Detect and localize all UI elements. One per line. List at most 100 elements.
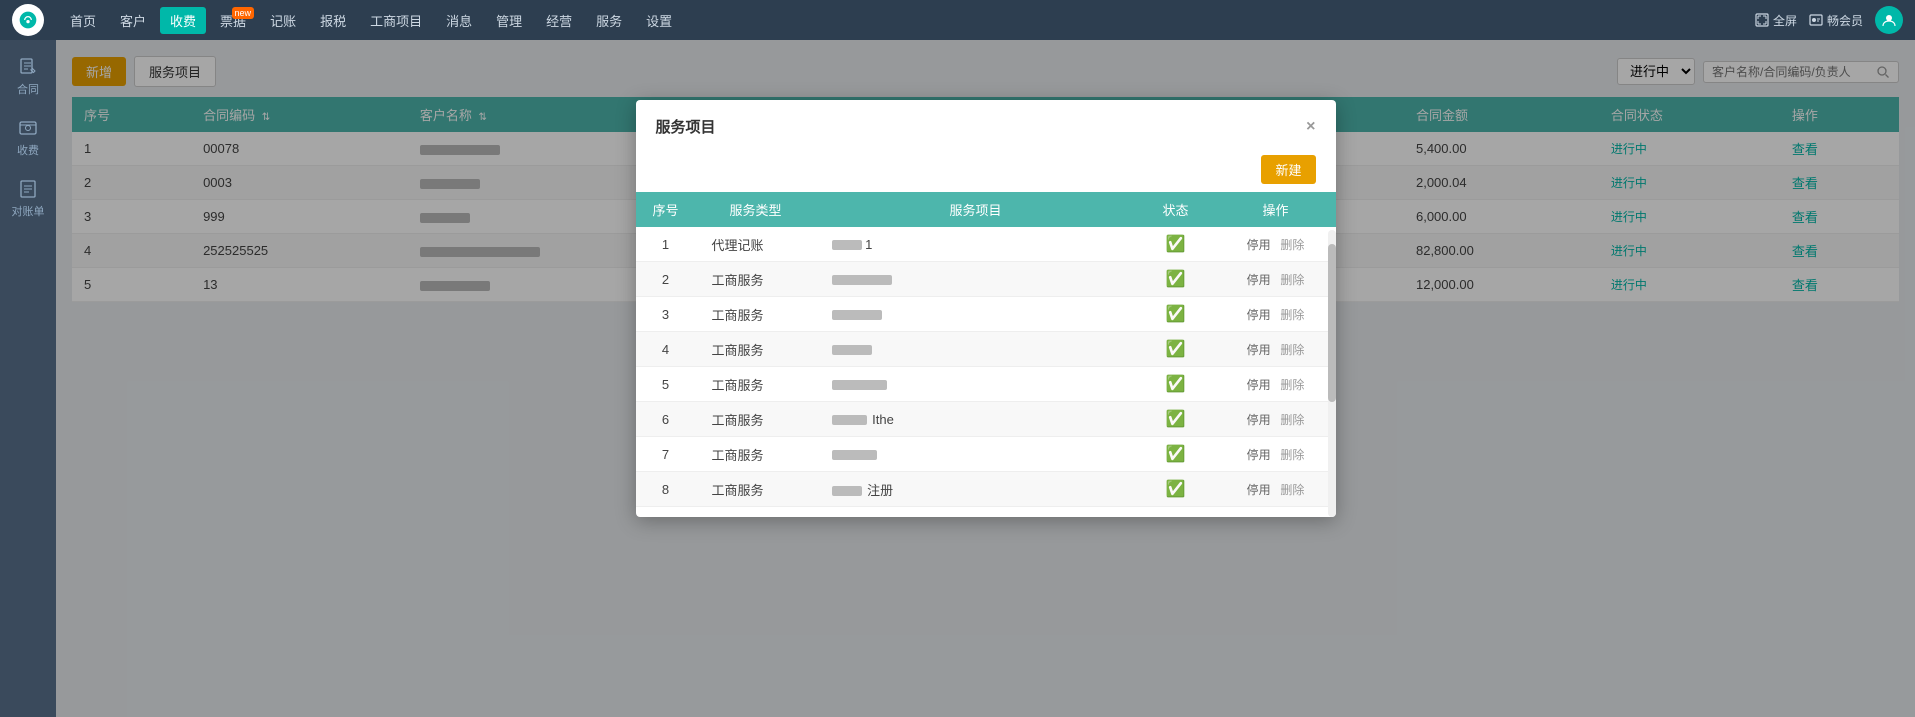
nav-client[interactable]: 客户: [110, 7, 156, 34]
stop-button-1[interactable]: 停用: [1247, 238, 1271, 252]
sidebar: 合同 收费 对账单: [0, 40, 56, 717]
modal-new-button[interactable]: 新建: [1261, 155, 1315, 184]
fullscreen-button[interactable]: 全屏: [1755, 12, 1797, 29]
delete-button-1[interactable]: 删除: [1280, 238, 1304, 252]
modal-overlay: 服务项目 × 新建 序号 服务类型 服务项目 状态: [56, 40, 1915, 717]
status-check-icon: ✅: [1166, 271, 1186, 288]
nav-bill[interactable]: 票据 new: [210, 7, 256, 34]
modal-col-action: 操作: [1216, 192, 1336, 227]
nav-manage[interactable]: 管理: [486, 7, 532, 34]
stop-button-2[interactable]: 停用: [1247, 273, 1271, 287]
modal-cell-actions: 停用 删除: [1216, 367, 1336, 402]
status-check-icon: ✅: [1166, 236, 1186, 253]
modal-header: 服务项目 ×: [636, 100, 1336, 147]
modal-cell-project: [816, 297, 1136, 332]
fee-icon: [17, 117, 39, 139]
modal-cell-status: ✅: [1136, 437, 1216, 472]
fullscreen-label: 全屏: [1773, 12, 1797, 29]
nav-business[interactable]: 经营: [536, 7, 582, 34]
modal-cell-project: Ithe: [816, 402, 1136, 437]
modal-col-project: 服务项目: [816, 192, 1136, 227]
delete-button-2[interactable]: 删除: [1280, 273, 1304, 287]
status-check-icon: ✅: [1166, 341, 1186, 358]
service-items-table: 序号 服务类型 服务项目 状态 操作 1 代理记账: [636, 192, 1336, 507]
nav-message[interactable]: 消息: [436, 7, 482, 34]
modal-cell-status: ✅: [1136, 367, 1216, 402]
status-check-icon: ✅: [1166, 446, 1186, 463]
statement-icon: [17, 178, 39, 200]
delete-button-5[interactable]: 删除: [1280, 378, 1304, 392]
modal-cell-status: ✅: [1136, 227, 1216, 262]
sidebar-label-fee: 收费: [17, 142, 39, 158]
modal-cell-project: [816, 332, 1136, 367]
modal-cell-seq: 6: [636, 402, 696, 437]
service-items-modal: 服务项目 × 新建 序号 服务类型 服务项目 状态: [636, 100, 1336, 517]
modal-cell-project: [816, 367, 1136, 402]
modal-table-row: 5 工商服务 ✅ 停用 删除: [636, 367, 1336, 402]
modal-cell-type: 工商服务: [696, 472, 816, 507]
sidebar-item-statement[interactable]: 对账单: [0, 170, 56, 227]
modal-cell-actions: 停用 删除: [1216, 262, 1336, 297]
modal-table-row: 1 代理记账 1 ✅ 停用 删除: [636, 227, 1336, 262]
modal-cell-seq: 1: [636, 227, 696, 262]
modal-cell-actions: 停用 删除: [1216, 402, 1336, 437]
user-avatar[interactable]: [1875, 6, 1903, 34]
nav-settings[interactable]: 设置: [636, 7, 682, 34]
stop-button-8[interactable]: 停用: [1247, 483, 1271, 497]
nav-service[interactable]: 服务: [586, 7, 632, 34]
content-area: 新增 服务项目 进行中 已完成 已终止: [56, 40, 1915, 717]
new-badge: new: [232, 7, 255, 19]
status-check-icon: ✅: [1166, 376, 1186, 393]
nav-commerce[interactable]: 工商项目: [360, 7, 432, 34]
modal-cell-actions: 停用 删除: [1216, 472, 1336, 507]
nav-home[interactable]: 首页: [60, 7, 106, 34]
top-navigation: 首页 客户 收费 票据 new 记账 报税 工商项目 消息 管理 经营 服务 设…: [0, 0, 1915, 40]
delete-button-8[interactable]: 删除: [1280, 483, 1304, 497]
modal-table-row: 7 工商服务 ✅ 停用 删除: [636, 437, 1336, 472]
delete-button-3[interactable]: 删除: [1280, 308, 1304, 322]
modal-cell-seq: 2: [636, 262, 696, 297]
modal-title: 服务项目: [656, 116, 716, 137]
main-layout: 合同 收费 对账单 新增: [0, 40, 1915, 717]
stop-button-4[interactable]: 停用: [1247, 343, 1271, 357]
modal-cell-type: 工商服务: [696, 437, 816, 472]
member-label: 畅会员: [1827, 12, 1863, 29]
modal-cell-status: ✅: [1136, 332, 1216, 367]
modal-cell-type: 工商服务: [696, 402, 816, 437]
top-nav-right: 全屏 畅会员: [1755, 6, 1903, 34]
delete-button-7[interactable]: 删除: [1280, 448, 1304, 462]
app-logo: [12, 4, 44, 36]
delete-button-6[interactable]: 删除: [1280, 413, 1304, 427]
modal-table-row: 2 工商服务 ✅ 停用 删除: [636, 262, 1336, 297]
modal-cell-seq: 3: [636, 297, 696, 332]
modal-cell-actions: 停用 删除: [1216, 297, 1336, 332]
modal-table-row: 3 工商服务 ✅ 停用 删除: [636, 297, 1336, 332]
modal-table-row: 6 工商服务 Ithe ✅ 停用 删除: [636, 402, 1336, 437]
stop-button-5[interactable]: 停用: [1247, 378, 1271, 392]
delete-button-4[interactable]: 删除: [1280, 343, 1304, 357]
contract-icon: [17, 56, 39, 78]
sidebar-item-fee[interactable]: 收费: [0, 109, 56, 166]
stop-button-6[interactable]: 停用: [1247, 413, 1271, 427]
modal-cell-type: 工商服务: [696, 262, 816, 297]
nav-fee[interactable]: 收费: [160, 7, 206, 34]
sidebar-item-contract[interactable]: 合同: [0, 48, 56, 105]
status-check-icon: ✅: [1166, 411, 1186, 428]
nav-tax[interactable]: 报税: [310, 7, 356, 34]
modal-cell-actions: 停用 删除: [1216, 332, 1336, 367]
modal-scrollbar[interactable]: [1328, 230, 1336, 517]
modal-col-type: 服务类型: [696, 192, 816, 227]
modal-cell-status: ✅: [1136, 262, 1216, 297]
stop-button-3[interactable]: 停用: [1247, 308, 1271, 322]
modal-cell-actions: 停用 删除: [1216, 437, 1336, 472]
stop-button-7[interactable]: 停用: [1247, 448, 1271, 462]
nav-accounting[interactable]: 记账: [260, 7, 306, 34]
modal-cell-actions: 停用 删除: [1216, 227, 1336, 262]
nav-items: 首页 客户 收费 票据 new 记账 报税 工商项目 消息 管理 经营 服务 设…: [60, 7, 1755, 34]
modal-col-seq: 序号: [636, 192, 696, 227]
modal-close-button[interactable]: ×: [1306, 118, 1315, 136]
modal-cell-seq: 7: [636, 437, 696, 472]
modal-cell-status: ✅: [1136, 297, 1216, 332]
sidebar-label-contract: 合同: [17, 81, 39, 97]
member-button[interactable]: 畅会员: [1809, 12, 1863, 29]
